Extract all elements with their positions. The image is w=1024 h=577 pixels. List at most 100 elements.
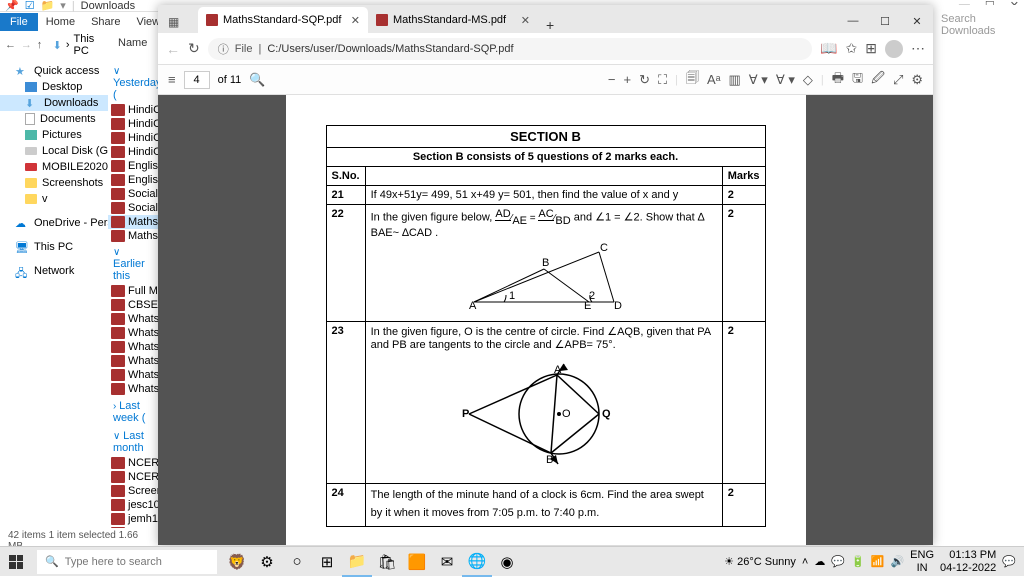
col-name[interactable]: Name [118, 37, 147, 49]
maximize-icon[interactable]: ☐ [869, 9, 901, 33]
browser-tab-1[interactable]: MathsStandard-SQP.pdf ✕ [198, 7, 368, 33]
page-view-icon[interactable]: 🗐 [686, 69, 699, 91]
weather[interactable]: ☀ 26°C Sunny [724, 555, 796, 568]
read-aloud-icon[interactable]: 📖 [820, 40, 837, 57]
minimize-icon[interactable]: — [837, 9, 869, 33]
taskbar-search[interactable]: 🔍 Type here to search [37, 550, 217, 574]
lang[interactable]: ENGIN [910, 549, 934, 573]
group-yesterday[interactable]: ∨ Yesterday ( [108, 62, 158, 103]
zoom-out-icon[interactable]: − [608, 72, 616, 87]
start-button[interactable] [0, 547, 32, 577]
app-icon[interactable]: 🦁 [222, 547, 252, 577]
list-item[interactable]: MathsS [108, 215, 158, 229]
list-item[interactable]: WhatsA [108, 312, 158, 326]
q-no: 22 [326, 205, 365, 322]
draw-icon[interactable]: ∀ ▾ [749, 72, 768, 88]
saveas-icon[interactable]: 🖉 [871, 69, 885, 91]
group-lastweek[interactable]: › Last week ( [108, 396, 158, 426]
list-item[interactable]: jesc104 [108, 498, 158, 512]
list-item[interactable]: HindiCo [108, 145, 158, 159]
ribbon-home[interactable]: Home [38, 13, 83, 31]
fwd-icon[interactable]: → [21, 39, 33, 51]
chrome-icon[interactable]: ◉ [492, 547, 522, 577]
new-tab-icon[interactable]: + [538, 17, 562, 33]
battery-icon[interactable]: 🔋 [851, 555, 865, 568]
explorer-icon[interactable]: 📁 [342, 547, 372, 577]
highlight-icon[interactable]: ∀ ▾ [776, 72, 795, 88]
two-page-icon[interactable]: ▥ [729, 72, 741, 88]
profile-icon[interactable] [885, 40, 903, 58]
menu-icon[interactable]: ⋯ [911, 40, 925, 57]
settings-icon[interactable]: ⚙ [911, 72, 923, 88]
app-icon[interactable]: 🟧 [402, 547, 432, 577]
taskview-icon[interactable]: ⊞ [312, 547, 342, 577]
edge-icon[interactable]: 🌐 [462, 547, 492, 577]
list-item[interactable]: NCERT [108, 456, 158, 470]
wifi-icon[interactable]: 📶 [871, 555, 885, 568]
info-icon: ⓘ [218, 41, 229, 57]
svg-text:O: O [562, 408, 571, 420]
zoom-in-icon[interactable]: + [624, 72, 632, 87]
meet-icon[interactable]: 💬 [831, 555, 845, 568]
list-item[interactable]: Screens [108, 484, 158, 498]
back-icon[interactable]: ← [166, 41, 180, 57]
notifications-icon[interactable]: 💬 [1002, 555, 1016, 568]
list-item[interactable]: English [108, 159, 158, 173]
ribbon-share[interactable]: Share [83, 13, 128, 31]
save-icon[interactable]: 🖫 [852, 69, 863, 91]
pdf-icon [111, 313, 125, 325]
onedrive-icon[interactable]: ☁ [814, 555, 825, 568]
pdf-page: SECTION B Section B consists of 5 questi… [286, 95, 806, 545]
tab-actions-icon[interactable]: ▦ [168, 15, 179, 29]
list-item[interactable]: SocialSc [108, 187, 158, 201]
search-icon[interactable]: 🔍 [249, 72, 265, 88]
app-icon[interactable]: ⚙ [252, 547, 282, 577]
contents-icon[interactable]: ≡ [168, 72, 176, 87]
close-tab-icon[interactable]: ✕ [351, 14, 360, 27]
list-item[interactable]: MathsS [108, 229, 158, 243]
group-lastmonth[interactable]: ∨ Last month [108, 426, 158, 456]
list-item[interactable]: WhatsA [108, 382, 158, 396]
address-bar[interactable]: ⓘ File | C:/Users/user/Downloads/MathsSt… [208, 38, 812, 60]
volume-icon[interactable]: 🔊 [890, 555, 904, 568]
fit-page-icon[interactable]: ⛶ [658, 72, 667, 88]
list-item[interactable]: Full Ma [108, 284, 158, 298]
back-icon[interactable]: ← [5, 39, 17, 51]
list-item[interactable]: WhatsA [108, 368, 158, 382]
list-item[interactable]: HindiCo [108, 117, 158, 131]
list-item[interactable]: English [108, 173, 158, 187]
list-item[interactable]: WhatsA [108, 326, 158, 340]
rotate-icon[interactable]: ↻ [639, 72, 650, 88]
list-item[interactable]: NCERT [108, 470, 158, 484]
collections-icon[interactable]: ⊞ [865, 40, 877, 57]
list-item[interactable]: WhatsA [108, 354, 158, 368]
section-header: SECTION B [326, 126, 765, 148]
browser-tab-2[interactable]: MathsStandard-MS.pdf ✕ [368, 7, 538, 33]
store-icon[interactable]: 🛍 [372, 547, 402, 577]
list-item[interactable]: HindiCo [108, 131, 158, 145]
list-item[interactable]: CBSE-C [108, 298, 158, 312]
breadcrumb-root[interactable]: This PC [74, 33, 113, 57]
print-icon[interactable]: 🖶 [832, 69, 844, 91]
ribbon-file[interactable]: File [0, 13, 38, 31]
mail-icon[interactable]: ✉ [432, 547, 462, 577]
svg-text:P: P [462, 408, 469, 420]
refresh-icon[interactable]: ↻ [188, 40, 200, 57]
chevron-up-icon[interactable]: ˄ [802, 556, 808, 568]
list-item[interactable]: WhatsA [108, 340, 158, 354]
list-item[interactable]: jemh10 [108, 512, 158, 526]
fullscreen-icon[interactable]: ⤢ [893, 72, 903, 88]
list-item[interactable]: SocialSc [108, 201, 158, 215]
page-input[interactable] [184, 71, 210, 89]
group-earlier[interactable]: ∨ Earlier this [108, 243, 158, 284]
clock[interactable]: 01:13 PM04-12-2022 [940, 549, 996, 573]
search-input[interactable]: Search Downloads [933, 5, 1024, 45]
favorite-icon[interactable]: ✩ [846, 40, 858, 57]
erase-icon[interactable]: ◇ [803, 72, 813, 88]
cortana-icon[interactable]: ○ [282, 547, 312, 577]
up-icon[interactable]: ↑ [37, 39, 49, 51]
read-icon[interactable]: Aᵃ [707, 72, 721, 87]
close-icon[interactable]: ✕ [901, 9, 933, 33]
close-tab-icon[interactable]: ✕ [521, 14, 530, 27]
list-item[interactable]: HindiCo [108, 103, 158, 117]
